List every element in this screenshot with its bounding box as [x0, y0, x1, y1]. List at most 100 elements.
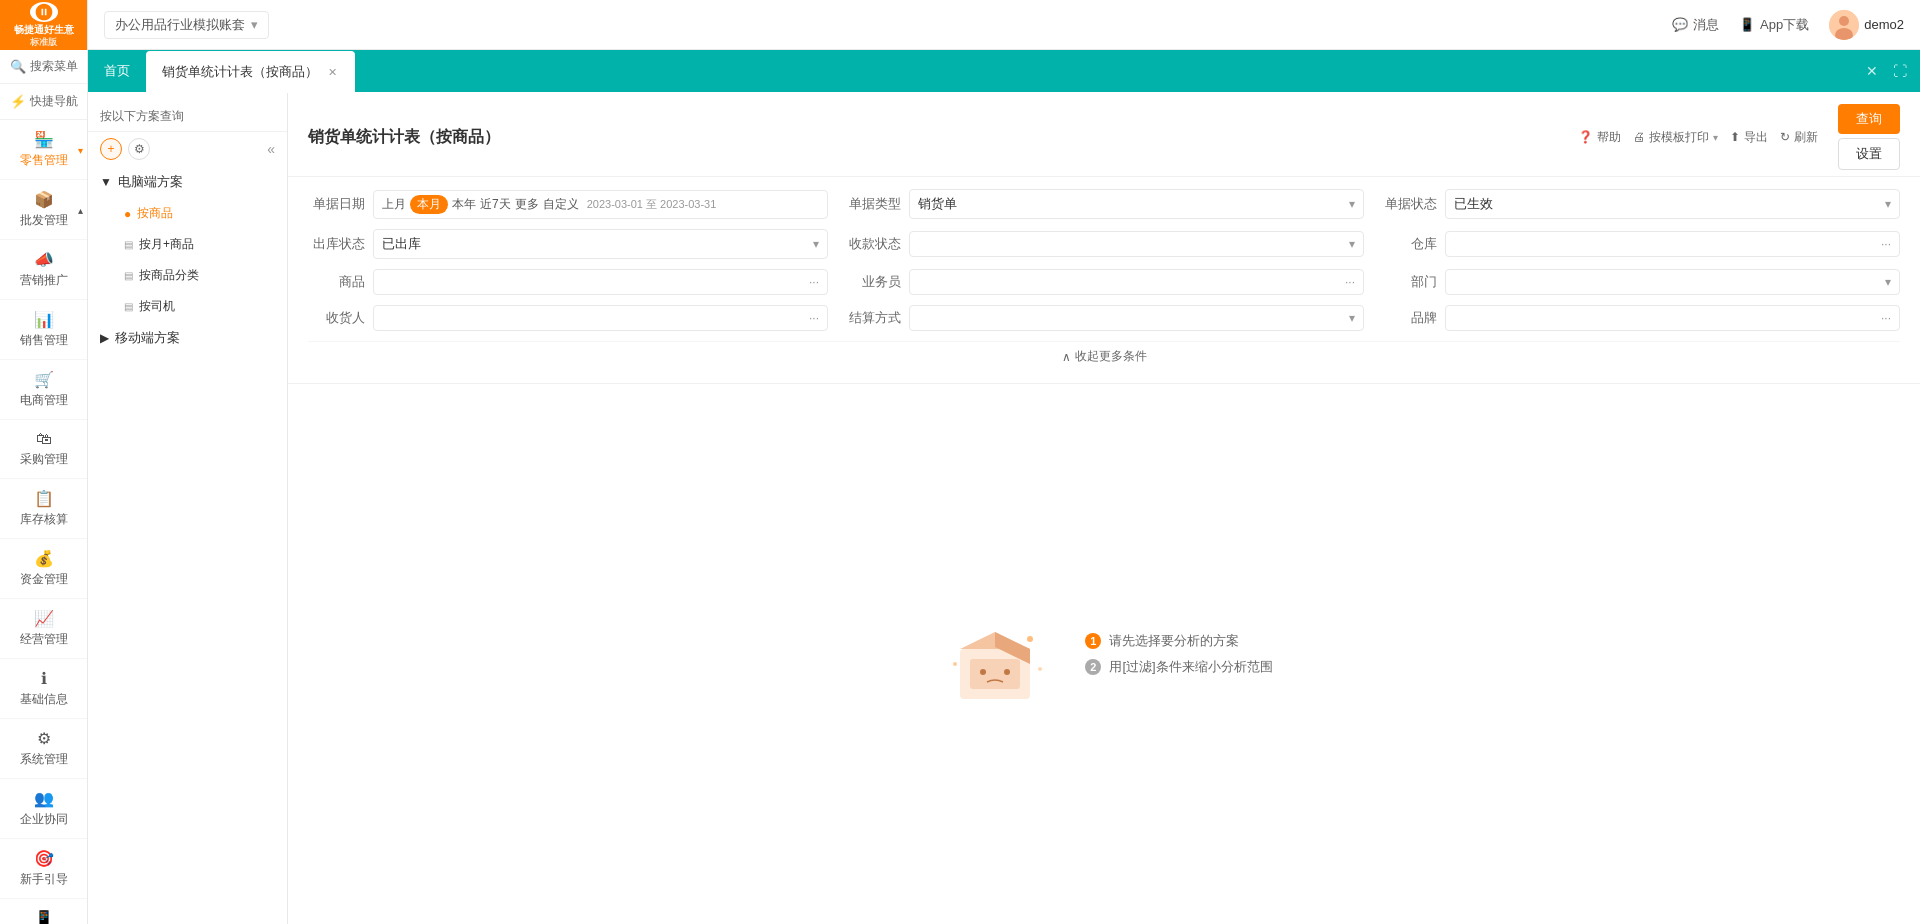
- empty-illustration: [935, 594, 1055, 714]
- finance-label: 资金管理: [20, 571, 68, 588]
- receiver-ellipsis[interactable]: ···: [809, 311, 819, 325]
- query-btn[interactable]: 查询: [1838, 104, 1900, 134]
- print-btn[interactable]: 🖨 按模板打印 ▾: [1633, 129, 1718, 146]
- storage-ellipsis[interactable]: ···: [1881, 237, 1891, 251]
- window-maximize-btn[interactable]: ⛶: [1888, 59, 1912, 83]
- sidebar-item-collab[interactable]: 👥 企业协同: [0, 779, 87, 839]
- user-profile[interactable]: demo2: [1829, 10, 1904, 40]
- svg-point-9: [1027, 636, 1033, 642]
- tab-sales-report[interactable]: 销货单统计计表（按商品） ✕: [146, 51, 355, 93]
- quick-nav-label: 快捷导航: [30, 93, 78, 110]
- page-title-bar: 销货单统计计表（按商品） ❓ 帮助 🖨 按模板打印 ▾ ⬆ 导出: [288, 92, 1920, 177]
- date-option-7days[interactable]: 近7天: [480, 196, 511, 213]
- warehouse-control[interactable]: 已出库 ▾: [373, 229, 828, 259]
- tree-item-mobile[interactable]: ▶ 移动端方案: [88, 322, 287, 354]
- search-menu-item[interactable]: 🔍 搜索菜单: [0, 50, 87, 84]
- help-icon: ❓: [1578, 130, 1593, 144]
- logo: 畅捷通好生意 标准版: [0, 0, 87, 50]
- hint1-dot: 1: [1085, 633, 1101, 649]
- doc-type-arrow: ▾: [1349, 197, 1355, 211]
- tree-item-by-goods[interactable]: ● 按商品: [108, 198, 287, 229]
- sidebar-item-sales[interactable]: 📊 销售管理: [0, 300, 87, 360]
- brand-control[interactable]: ···: [1445, 305, 1900, 331]
- empty-state: 1 请先选择要分析的方案 2 用[过滤]条件来缩小分析范围: [935, 594, 1272, 714]
- filter-cell-salesperson: 业务员 ···: [844, 269, 1364, 295]
- date-option-custom[interactable]: 自定义: [543, 196, 579, 213]
- tab-close-icon[interactable]: ✕: [326, 64, 339, 81]
- tree-item-pc[interactable]: ▼ 电脑端方案: [88, 166, 287, 198]
- settings-btn[interactable]: 设置: [1838, 138, 1900, 170]
- svg-point-10: [953, 662, 957, 666]
- settlement-control[interactable]: ▾: [909, 305, 1364, 331]
- refresh-label: 刷新: [1794, 129, 1818, 146]
- refresh-icon: ↻: [1780, 130, 1790, 144]
- goods-ellipsis[interactable]: ···: [809, 275, 819, 289]
- svg-rect-6: [970, 659, 1020, 689]
- date-range-text: 2023-03-01 至 2023-03-31: [587, 197, 717, 212]
- department-control[interactable]: ▾: [1445, 269, 1900, 295]
- salesperson-control[interactable]: ···: [909, 269, 1364, 295]
- filter-cell-doc-status: 单据状态 已生效 ▾: [1380, 189, 1900, 219]
- sidebar-item-marketing[interactable]: 📣 营销推广: [0, 240, 87, 300]
- content-area: 按以下方案查询 + ⚙ « ▼ 电脑端方案 ●: [88, 92, 1920, 924]
- collab-icon: 👥: [34, 789, 54, 808]
- date-option-current[interactable]: 本月: [410, 195, 448, 214]
- app-download-btn[interactable]: 📱 App下载: [1739, 16, 1809, 34]
- app-selector-label: 办公用品行业模拟账套: [115, 16, 245, 34]
- avatar: [1829, 10, 1859, 40]
- settings-scheme-btn[interactable]: ⚙: [128, 138, 150, 160]
- date-option-more[interactable]: 更多: [515, 196, 539, 213]
- add-scheme-btn[interactable]: +: [100, 138, 122, 160]
- sidebar-item-appcenter[interactable]: 📱 应用中心: [0, 899, 87, 924]
- tab-home[interactable]: 首页: [88, 50, 146, 92]
- sidebar-item-wholesale[interactable]: 📦 批发管理 ▴: [0, 180, 87, 240]
- date-option-prev[interactable]: 上月: [382, 196, 406, 213]
- doc-type-control[interactable]: 销货单 ▾: [909, 189, 1364, 219]
- collapse-filters-btn[interactable]: ∧ 收起更多条件: [308, 341, 1900, 371]
- receiver-control[interactable]: ···: [373, 305, 828, 331]
- brand-ellipsis[interactable]: ···: [1881, 311, 1891, 325]
- warehouse-label: 出库状态: [308, 235, 373, 253]
- export-btn[interactable]: ⬆ 导出: [1730, 129, 1768, 146]
- app-selector[interactable]: 办公用品行业模拟账套 ▾: [104, 11, 269, 39]
- goods-control[interactable]: ···: [373, 269, 828, 295]
- sidebar-item-basics[interactable]: ℹ 基础信息: [0, 659, 87, 719]
- filter-cell-receiver: 收货人 ···: [308, 305, 828, 331]
- sidebar-item-operations[interactable]: 📈 经营管理: [0, 599, 87, 659]
- left-panel: 按以下方案查询 + ⚙ « ▼ 电脑端方案 ●: [88, 92, 288, 924]
- refresh-btn[interactable]: ↻ 刷新: [1780, 129, 1818, 146]
- tree-item-by-driver[interactable]: ▤ 按司机: [108, 291, 287, 322]
- sidebar-item-guide[interactable]: 🎯 新手引导: [0, 839, 87, 899]
- logo-tagline: 标准版: [30, 36, 57, 49]
- appcenter-icon: 📱: [34, 909, 54, 924]
- date-option-year[interactable]: 本年: [452, 196, 476, 213]
- help-btn[interactable]: ❓ 帮助: [1578, 129, 1621, 146]
- data-area: 1 请先选择要分析的方案 2 用[过滤]条件来缩小分析范围: [288, 384, 1920, 924]
- app-download-label: App下载: [1760, 16, 1809, 34]
- by-driver-label: 按司机: [139, 298, 175, 315]
- window-close-btn[interactable]: ✕: [1860, 59, 1884, 83]
- quick-nav-item[interactable]: ⚡ 快捷导航: [0, 84, 87, 120]
- ecommerce-label: 电商管理: [20, 392, 68, 409]
- svg-point-7: [980, 669, 986, 675]
- payment-control[interactable]: ▾: [909, 231, 1364, 257]
- purchase-icon: 🛍: [36, 430, 52, 448]
- basics-icon: ℹ: [41, 669, 47, 688]
- tab-sales-report-label: 销货单统计计表（按商品）: [162, 63, 318, 81]
- system-label: 系统管理: [20, 751, 68, 768]
- sales-label: 销售管理: [20, 332, 68, 349]
- sidebar-item-inventory[interactable]: 📋 库存核算: [0, 479, 87, 539]
- storage-control[interactable]: ···: [1445, 231, 1900, 257]
- sidebar-item-system[interactable]: ⚙ 系统管理: [0, 719, 87, 779]
- sidebar-item-finance[interactable]: 💰 资金管理: [0, 539, 87, 599]
- salesperson-ellipsis[interactable]: ···: [1345, 275, 1355, 289]
- message-btn[interactable]: 💬 消息: [1672, 16, 1719, 34]
- date-filter-control[interactable]: 上月 本月 本年 近7天 更多 自定义 2023-03-01 至 2023-03…: [373, 190, 828, 219]
- sidebar-item-purchase[interactable]: 🛍 采购管理: [0, 420, 87, 479]
- sidebar-item-ecommerce[interactable]: 🛒 电商管理: [0, 360, 87, 420]
- sidebar-item-retail[interactable]: 🏪 零售管理 ▾: [0, 120, 87, 180]
- doc-status-control[interactable]: 已生效 ▾: [1445, 189, 1900, 219]
- tree-item-by-month-goods[interactable]: ▤ 按月+商品: [108, 229, 287, 260]
- tree-item-by-category[interactable]: ▤ 按商品分类: [108, 260, 287, 291]
- collapse-panel-btn[interactable]: «: [267, 141, 275, 157]
